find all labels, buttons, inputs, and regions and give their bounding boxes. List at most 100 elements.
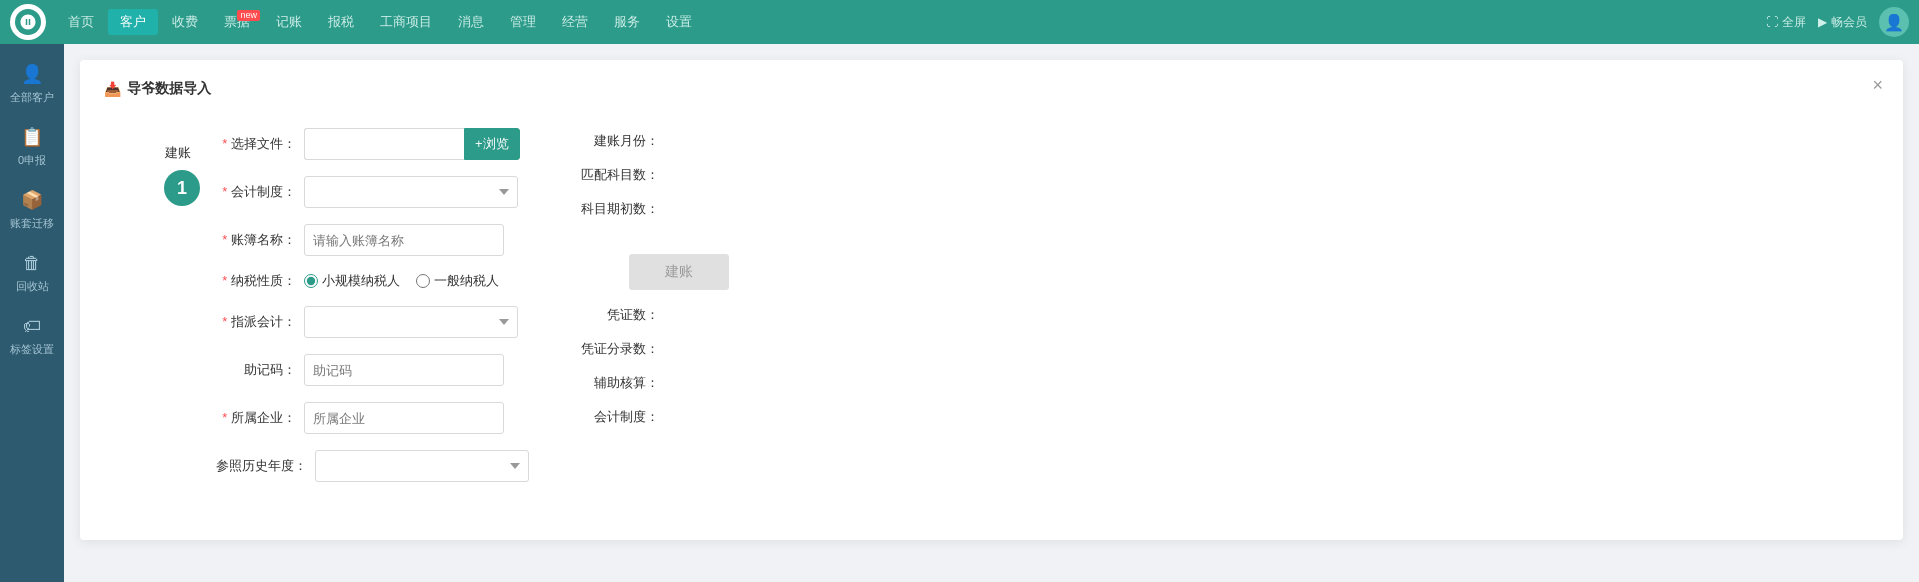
- fullscreen-icon: ⛶: [1766, 15, 1778, 29]
- accounting-system-row: 会计制度：: [216, 176, 529, 208]
- sidebar-item-account-migration-label: 账套迁移: [10, 216, 54, 231]
- step-area: 建账 1 选择文件： +浏览: [164, 128, 529, 482]
- recycle-bin-icon: 🗑: [20, 251, 44, 275]
- tag-settings-icon: 🏷: [20, 314, 44, 338]
- logo-icon: [19, 13, 37, 31]
- file-input-group: +浏览: [304, 128, 520, 160]
- main-content: 📥 导爷数据导入 × 建账 1 选择文件：: [64, 44, 1919, 582]
- form-grid: 选择文件： +浏览 会计制度：: [216, 128, 529, 482]
- user-avatar[interactable]: 👤: [1879, 7, 1909, 37]
- memo-input[interactable]: [304, 354, 504, 386]
- assign-accountant-select[interactable]: [304, 306, 518, 338]
- assign-accountant-label: 指派会计：: [216, 313, 296, 331]
- build-month-label: 建账月份：: [569, 132, 659, 150]
- nav-item-message[interactable]: 消息: [446, 9, 496, 35]
- nav-right: ⛶ 全屏 ▶ 畅会员 👤: [1766, 7, 1909, 37]
- nav-item-customer[interactable]: 客户: [108, 9, 158, 35]
- select-file-row: 选择文件： +浏览: [216, 128, 529, 160]
- tax-type-radio-group: 小规模纳税人 一般纳税人: [304, 272, 499, 290]
- reference-year-label: 参照历史年度：: [216, 457, 307, 475]
- sidebar-item-recycle-bin[interactable]: 🗑 回收站: [0, 241, 64, 304]
- subject-init-label: 科目期初数：: [569, 200, 659, 218]
- company-row: 所属企业：: [216, 402, 529, 434]
- sidebar-item-all-customers-label: 全部客户: [10, 90, 54, 105]
- close-button[interactable]: ×: [1872, 76, 1883, 94]
- zero-declaration-icon: 📋: [20, 125, 44, 149]
- voucher-count-row: 凭证数：: [569, 306, 789, 324]
- right-accounting-system-row: 会计制度：: [569, 408, 789, 426]
- form-wrapper: 建账 1 选择文件： +浏览: [104, 118, 1879, 482]
- company-label: 所属企业：: [216, 409, 296, 427]
- subject-init-row: 科目期初数：: [569, 200, 789, 218]
- sidebar: 👤 全部客户 📋 0申报 📦 账套迁移 🗑 回收站 🏷 标签设置: [0, 44, 64, 582]
- account-migration-icon: 📦: [20, 188, 44, 212]
- sidebar-item-all-customers[interactable]: 👤 全部客户: [0, 52, 64, 115]
- company-input[interactable]: [304, 402, 504, 434]
- match-subjects-label: 匹配科目数：: [569, 166, 659, 184]
- nav-item-business[interactable]: 工商项目: [368, 9, 444, 35]
- fullscreen-button[interactable]: ⛶ 全屏: [1766, 14, 1806, 31]
- sidebar-item-zero-declaration-label: 0申报: [18, 153, 46, 168]
- accounting-system-select[interactable]: [304, 176, 518, 208]
- vip-icon: ▶: [1818, 15, 1827, 29]
- all-customers-icon: 👤: [20, 62, 44, 86]
- right-section: 建账月份： 匹配科目数： 科目期初数： 建账: [569, 128, 789, 482]
- file-text-input[interactable]: [304, 128, 464, 160]
- sidebar-item-recycle-bin-label: 回收站: [16, 279, 49, 294]
- select-file-label: 选择文件：: [216, 135, 296, 153]
- aux-accounting-row: 辅助核算：: [569, 374, 789, 392]
- ledger-name-input[interactable]: [304, 224, 504, 256]
- import-panel: 📥 导爷数据导入 × 建账 1 选择文件：: [80, 60, 1903, 540]
- reference-year-select[interactable]: [315, 450, 529, 482]
- app-logo[interactable]: [10, 4, 46, 40]
- voucher-count-label: 凭证数：: [569, 306, 659, 324]
- nav-item-fee[interactable]: 收费: [160, 9, 210, 35]
- ledger-name-row: 账簿名称：: [216, 224, 529, 256]
- nav-item-tax[interactable]: 报税: [316, 9, 366, 35]
- radio-small-taxpayer[interactable]: 小规模纳税人: [304, 272, 400, 290]
- nav-item-service[interactable]: 服务: [602, 9, 652, 35]
- panel-title: 📥 导爷数据导入: [104, 80, 1879, 98]
- panel-title-icon: 📥: [104, 81, 121, 97]
- ledger-name-label: 账簿名称：: [216, 231, 296, 249]
- build-account-button[interactable]: 建账: [629, 254, 729, 290]
- sidebar-item-tag-settings-label: 标签设置: [10, 342, 54, 357]
- radio-general-taxpayer-input[interactable]: [416, 274, 430, 288]
- tax-type-row: 纳税性质： 小规模纳税人 一般纳税人: [216, 272, 529, 290]
- match-subjects-row: 匹配科目数：: [569, 166, 789, 184]
- panel-title-text: 导爷数据导入: [127, 80, 211, 98]
- sidebar-item-account-migration[interactable]: 📦 账套迁移: [0, 178, 64, 241]
- radio-small-taxpayer-input[interactable]: [304, 274, 318, 288]
- nav-item-invoice[interactable]: 票据 new: [212, 9, 262, 35]
- browse-button[interactable]: +浏览: [464, 128, 520, 160]
- nav-item-bookkeeping[interactable]: 记账: [264, 9, 314, 35]
- nav-item-home[interactable]: 首页: [56, 9, 106, 35]
- step-label: 建账: [165, 144, 191, 162]
- accounting-system-label: 会计制度：: [216, 183, 296, 201]
- voucher-entries-label: 凭证分录数：: [569, 340, 659, 358]
- radio-general-taxpayer-label: 一般纳税人: [434, 272, 499, 290]
- memo-label: 助记码：: [216, 361, 296, 379]
- step-badge: 1: [164, 170, 200, 206]
- nav-items: 首页 客户 收费 票据 new 记账 报税 工商项目 消息 管理 经营 服务 设…: [56, 9, 1766, 35]
- build-btn-area: 建账: [569, 254, 789, 290]
- sidebar-item-zero-declaration[interactable]: 📋 0申报: [0, 115, 64, 178]
- right-accounting-system-label: 会计制度：: [569, 408, 659, 426]
- radio-general-taxpayer[interactable]: 一般纳税人: [416, 272, 499, 290]
- tax-type-label: 纳税性质：: [216, 272, 296, 290]
- nav-item-operation[interactable]: 经营: [550, 9, 600, 35]
- nav-item-manage[interactable]: 管理: [498, 9, 548, 35]
- memo-row: 助记码：: [216, 354, 529, 386]
- build-month-row: 建账月份：: [569, 132, 789, 150]
- new-badge: new: [237, 10, 260, 21]
- nav-item-settings[interactable]: 设置: [654, 9, 704, 35]
- radio-small-taxpayer-label: 小规模纳税人: [322, 272, 400, 290]
- sidebar-item-tag-settings[interactable]: 🏷 标签设置: [0, 304, 64, 367]
- reference-year-row: 参照历史年度：: [216, 450, 529, 482]
- top-navigation: 首页 客户 收费 票据 new 记账 报税 工商项目 消息 管理 经营 服务 设…: [0, 0, 1919, 44]
- aux-accounting-label: 辅助核算：: [569, 374, 659, 392]
- vip-button[interactable]: ▶ 畅会员: [1818, 14, 1867, 31]
- main-layout: 👤 全部客户 📋 0申报 📦 账套迁移 🗑 回收站 🏷 标签设置 📥 导爷数据导…: [0, 44, 1919, 582]
- assign-accountant-row: 指派会计：: [216, 306, 529, 338]
- voucher-entries-row: 凭证分录数：: [569, 340, 789, 358]
